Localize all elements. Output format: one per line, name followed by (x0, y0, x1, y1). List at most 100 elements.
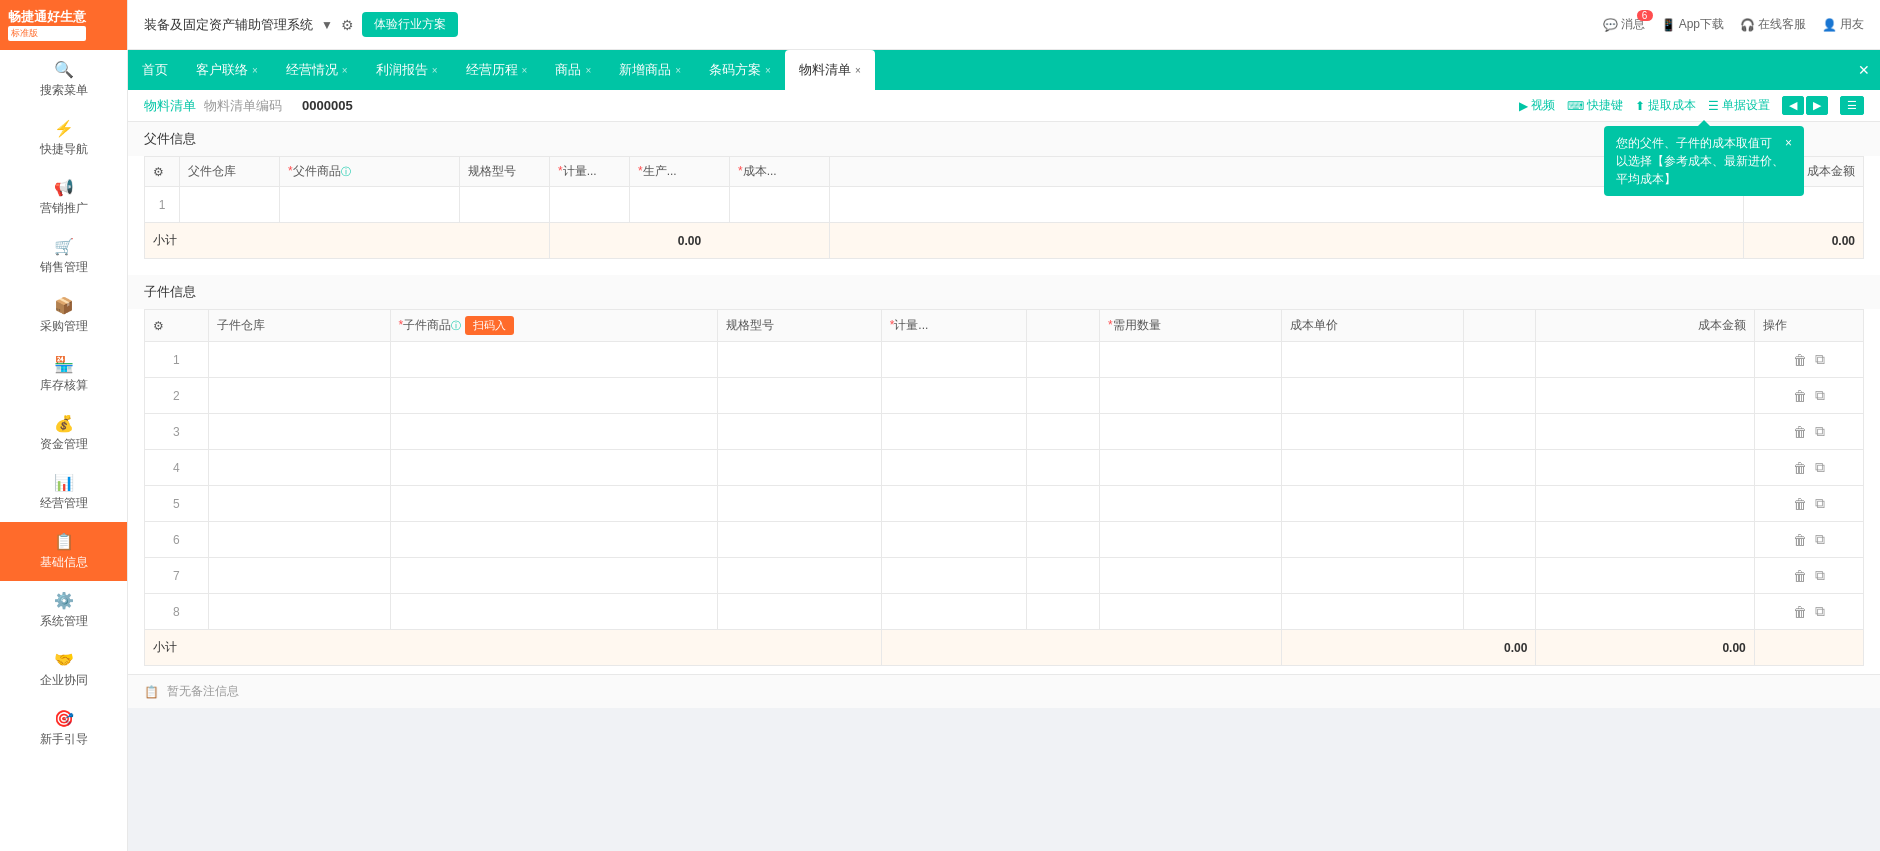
tab-new-goods[interactable]: 新增商品 × (605, 50, 695, 90)
child-row5-product[interactable] (390, 486, 717, 522)
child-row1-warehouse[interactable] (208, 342, 390, 378)
copy-row8-btn[interactable]: ⧉ (1813, 601, 1827, 622)
copy-row6-btn[interactable]: ⧉ (1813, 529, 1827, 550)
setting-icon[interactable]: ⚙ (153, 165, 164, 179)
child-row4-warehouse[interactable] (208, 450, 390, 486)
app-download-item[interactable]: 📱 App下载 (1661, 16, 1724, 33)
child-row3-spec[interactable] (717, 414, 881, 450)
scan-button[interactable]: 扫码入 (465, 316, 514, 335)
delete-row1-btn[interactable]: 🗑 (1791, 350, 1809, 370)
child-row1-unit[interactable] (881, 342, 1027, 378)
delete-row5-btn[interactable]: 🗑 (1791, 494, 1809, 514)
child-row8-warehouse[interactable] (208, 594, 390, 630)
child-row1-product[interactable] (390, 342, 717, 378)
tab-profit-close[interactable]: × (432, 65, 438, 76)
tab-operations-close[interactable]: × (342, 65, 348, 76)
child-row4-product[interactable] (390, 450, 717, 486)
tab-customer-close[interactable]: × (252, 65, 258, 76)
sidebar-item-basicinfo[interactable]: 📋 基础信息 (0, 522, 127, 581)
sidebar-item-sales[interactable]: 🛒 销售管理 (0, 227, 127, 286)
tab-operations[interactable]: 经营情况 × (272, 50, 362, 90)
parent-cost-cell[interactable] (730, 187, 830, 223)
tab-barcode-close[interactable]: × (765, 65, 771, 76)
sidebar-item-quicknav[interactable]: ⚡ 快捷导航 (0, 109, 127, 168)
child-row1-qty[interactable] (1099, 342, 1281, 378)
child-row4-qty[interactable] (1099, 450, 1281, 486)
toolbar-shortcut[interactable]: ⌨ 快捷键 (1567, 97, 1623, 114)
child-row7-warehouse[interactable] (208, 558, 390, 594)
delete-row7-btn[interactable]: 🗑 (1791, 566, 1809, 586)
child-row3-warehouse[interactable] (208, 414, 390, 450)
tab-history[interactable]: 经营历程 × (452, 50, 542, 90)
toolbar-video[interactable]: ▶ 视频 (1519, 97, 1555, 114)
tab-barcode[interactable]: 条码方案 × (695, 50, 785, 90)
child-row2-warehouse[interactable] (208, 378, 390, 414)
child-row3-product[interactable] (390, 414, 717, 450)
child-row3-qty[interactable] (1099, 414, 1281, 450)
child-row5-qty[interactable] (1099, 486, 1281, 522)
child-row6-warehouse[interactable] (208, 522, 390, 558)
sidebar-item-operations[interactable]: 📊 经营管理 (0, 463, 127, 522)
child-row2-qty[interactable] (1099, 378, 1281, 414)
child-row5-price[interactable] (1281, 486, 1463, 522)
child-row2-price[interactable] (1281, 378, 1463, 414)
child-row3-price[interactable] (1281, 414, 1463, 450)
tab-goods-close[interactable]: × (585, 65, 591, 76)
copy-row7-btn[interactable]: ⧉ (1813, 565, 1827, 586)
child-row5-spec[interactable] (717, 486, 881, 522)
parent-mfg-cell[interactable] (630, 187, 730, 223)
user-item[interactable]: 👤 用友 (1822, 16, 1864, 33)
child-row8-product[interactable] (390, 594, 717, 630)
messages-item[interactable]: 💬 消息 6 (1603, 16, 1645, 33)
child-row1-price[interactable] (1281, 342, 1463, 378)
close-all-tabs-btn[interactable]: ✕ (1848, 62, 1880, 78)
child-row7-spec[interactable] (717, 558, 881, 594)
sidebar-item-marketing[interactable]: 📢 营销推广 (0, 168, 127, 227)
tab-goods[interactable]: 商品 × (541, 50, 605, 90)
child-row8-unit[interactable] (881, 594, 1027, 630)
system-dropdown-btn[interactable]: ▼ (321, 18, 333, 32)
copy-row5-btn[interactable]: ⧉ (1813, 493, 1827, 514)
toolbar-single-settings[interactable]: ☰ 单据设置 (1708, 97, 1770, 114)
child-row4-spec[interactable] (717, 450, 881, 486)
breadcrumb-link[interactable]: 物料清单 (144, 97, 196, 115)
delete-row4-btn[interactable]: 🗑 (1791, 458, 1809, 478)
copy-row1-btn[interactable]: ⧉ (1813, 349, 1827, 370)
menu-btn[interactable]: ☰ (1840, 96, 1864, 115)
copy-row2-btn[interactable]: ⧉ (1813, 385, 1827, 406)
child-row2-spec[interactable] (717, 378, 881, 414)
sidebar-item-guide[interactable]: 🎯 新手引导 (0, 699, 127, 758)
child-row6-qty[interactable] (1099, 522, 1281, 558)
child-row6-unit[interactable] (881, 522, 1027, 558)
child-row7-product[interactable] (390, 558, 717, 594)
tab-customer[interactable]: 客户联络 × (182, 50, 272, 90)
child-row8-qty[interactable] (1099, 594, 1281, 630)
sidebar-item-purchase[interactable]: 📦 采购管理 (0, 286, 127, 345)
child-row2-unit[interactable] (881, 378, 1027, 414)
tooltip-close-btn[interactable]: × (1785, 134, 1792, 152)
tab-bom-close[interactable]: × (855, 65, 861, 76)
child-row1-spec[interactable] (717, 342, 881, 378)
sidebar-item-inventory[interactable]: 🏪 库存核算 (0, 345, 127, 404)
parent-unit-cell[interactable] (550, 187, 630, 223)
tab-bom[interactable]: 物料清单 × (785, 50, 875, 90)
parent-warehouse-cell[interactable] (180, 187, 280, 223)
sidebar-item-collab[interactable]: 🤝 企业协同 (0, 640, 127, 699)
tab-home[interactable]: 首页 (128, 50, 182, 90)
next-arrow-btn[interactable]: ▶ (1806, 96, 1828, 115)
child-row6-product[interactable] (390, 522, 717, 558)
child-row4-price[interactable] (1281, 450, 1463, 486)
online-service-item[interactable]: 🎧 在线客服 (1740, 16, 1806, 33)
toolbar-extract-cost[interactable]: ⬆ 提取成本 (1635, 97, 1696, 114)
child-row6-price[interactable] (1281, 522, 1463, 558)
copy-row3-btn[interactable]: ⧉ (1813, 421, 1827, 442)
gear-button[interactable]: ⚙ (341, 17, 354, 33)
tab-new-goods-close[interactable]: × (675, 65, 681, 76)
tab-profit[interactable]: 利润报告 × (362, 50, 452, 90)
parent-product-cell[interactable] (280, 187, 460, 223)
delete-row8-btn[interactable]: 🗑 (1791, 602, 1809, 622)
copy-row4-btn[interactable]: ⧉ (1813, 457, 1827, 478)
sidebar-item-system[interactable]: ⚙️ 系统管理 (0, 581, 127, 640)
delete-row6-btn[interactable]: 🗑 (1791, 530, 1809, 550)
child-row6-spec[interactable] (717, 522, 881, 558)
